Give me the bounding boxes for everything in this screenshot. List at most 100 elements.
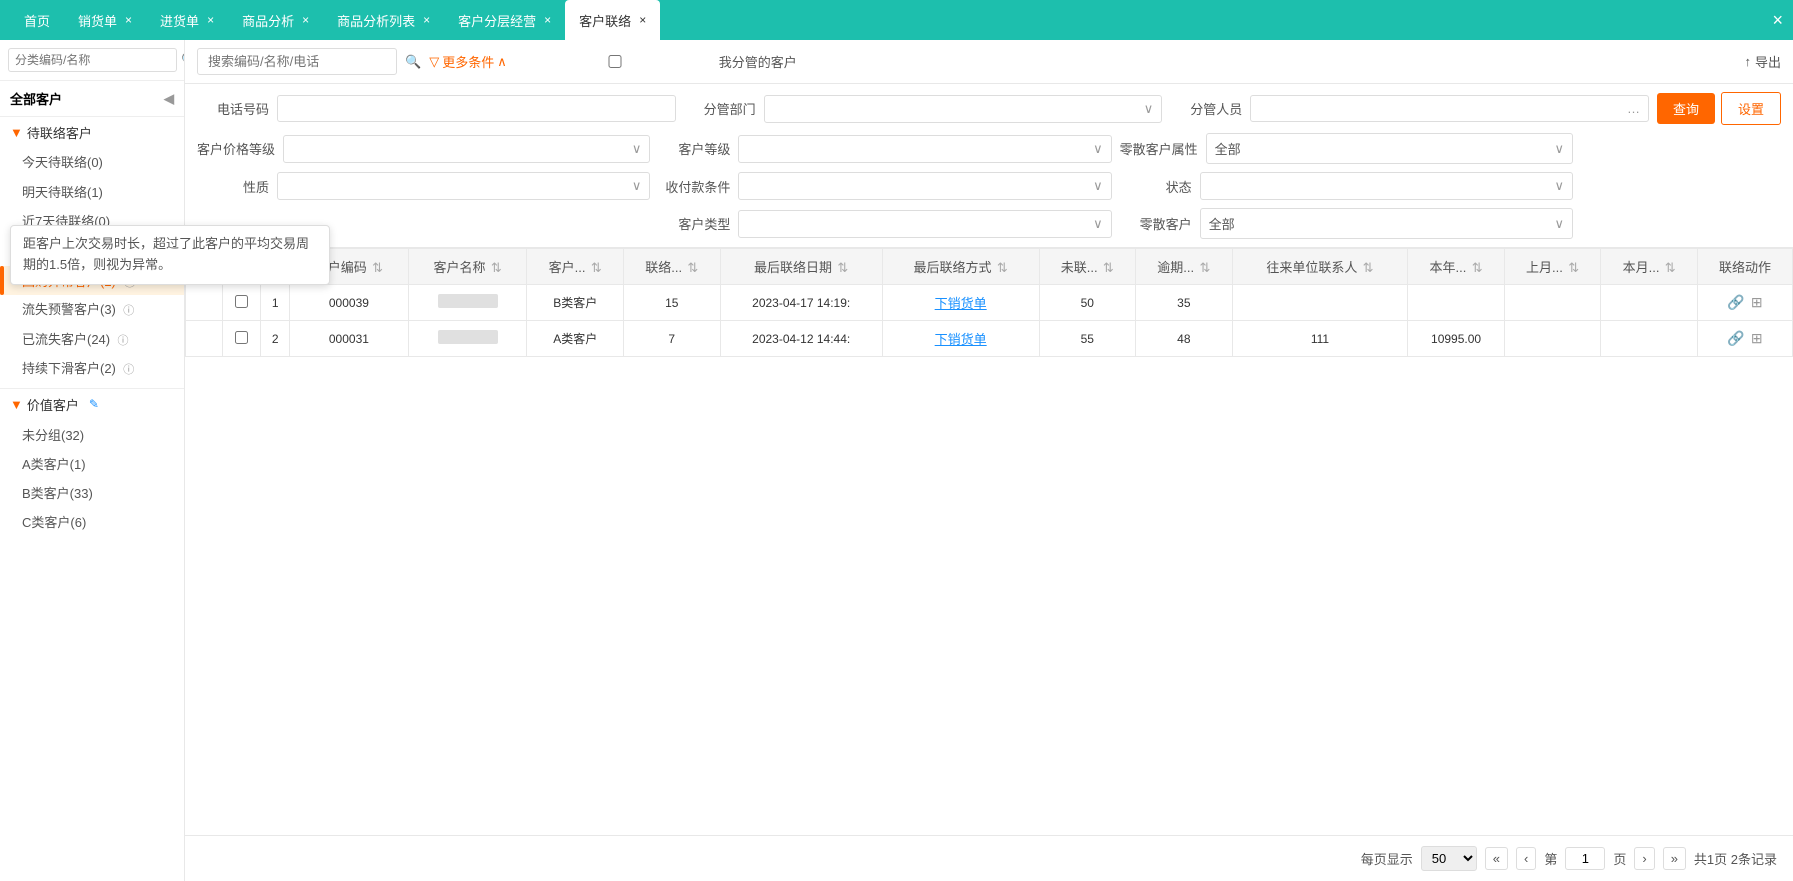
- td-last-method-0[interactable]: 下销货单: [882, 285, 1039, 321]
- last-method-link-0[interactable]: 下销货单: [935, 296, 987, 311]
- not-contacted-sort-icon[interactable]: ⇅: [1103, 260, 1114, 275]
- customer-type-select[interactable]: ∨: [738, 210, 1111, 238]
- td-checkbox-0[interactable]: [223, 285, 261, 321]
- price-level-arrow: ∨: [632, 141, 642, 157]
- grid-icon-0[interactable]: ⊞: [1751, 294, 1763, 311]
- my-customer-checkbox[interactable]: [515, 55, 715, 68]
- link-icon-1[interactable]: 🔗: [1727, 330, 1744, 347]
- nav-item-customer-contact[interactable]: 客户联络 ×: [565, 0, 660, 40]
- th-this-month[interactable]: 本月... ⇅: [1601, 249, 1698, 285]
- th-customer-type[interactable]: 客户... ⇅: [527, 249, 624, 285]
- nav-close-analysis[interactable]: ×: [302, 13, 309, 27]
- customer-level-select[interactable]: ∨: [738, 135, 1111, 163]
- td-checkbox-1[interactable]: [223, 321, 261, 357]
- method-sort-icon[interactable]: ⇅: [997, 260, 1008, 275]
- row-checkbox-0[interactable]: [235, 295, 248, 308]
- th-contacts[interactable]: 往来单位联系人 ⇅: [1232, 249, 1408, 285]
- sidebar-b-customers[interactable]: B类客户(33): [0, 478, 184, 507]
- td-contacts-0: [1232, 285, 1408, 321]
- contacts-sort-icon[interactable]: ⇅: [1363, 260, 1374, 275]
- td-last-method-1[interactable]: 下销货单: [882, 321, 1039, 357]
- sidebar-all-customers[interactable]: 全部客户 ◀: [0, 81, 184, 117]
- this-month-sort-icon[interactable]: ⇅: [1665, 260, 1676, 275]
- nav-item-analysis-list[interactable]: 商品分析列表 ×: [323, 0, 444, 40]
- th-contact[interactable]: 联络... ⇅: [624, 249, 721, 285]
- sidebar-a-customers[interactable]: A类客户(1): [0, 449, 184, 478]
- retail-attr-select[interactable]: 全部 ∨: [1206, 133, 1573, 164]
- nav-close-customer-layer[interactable]: ×: [544, 13, 551, 27]
- nav-item-home[interactable]: 首页: [10, 0, 64, 40]
- next-page-btn[interactable]: ›: [1634, 847, 1654, 870]
- gender-label: 性质: [197, 177, 277, 196]
- manager-arrow: …: [1627, 101, 1640, 116]
- nav-close-customer-contact[interactable]: ×: [639, 13, 646, 27]
- phone-input[interactable]: [277, 95, 676, 122]
- dept-select[interactable]: ∨: [764, 95, 1163, 123]
- price-level-select[interactable]: ∨: [283, 135, 650, 163]
- prev-page-btn[interactable]: ‹: [1516, 847, 1536, 870]
- contact-sort-icon[interactable]: ⇅: [687, 260, 698, 275]
- sidebar-tomorrow[interactable]: 明天待联络(1): [0, 178, 184, 208]
- first-page-btn[interactable]: «: [1485, 847, 1508, 870]
- filter-row-1: 电话号码 分管部门 ∨ 分管人员 …: [197, 92, 1781, 125]
- page-label2: 页: [1613, 849, 1626, 868]
- th-this-year[interactable]: 本年... ⇅: [1408, 249, 1505, 285]
- code-sort-icon[interactable]: ⇅: [372, 260, 383, 275]
- sidebar-c-customers[interactable]: C类客户(6): [0, 507, 184, 536]
- query-button[interactable]: 查询: [1657, 93, 1715, 124]
- date-sort-icon[interactable]: ⇅: [837, 260, 848, 275]
- filter-area: 电话号码 分管部门 ∨ 分管人员 …: [185, 84, 1793, 248]
- sidebar-pending-section[interactable]: ▼ 待联络客户: [0, 117, 184, 148]
- nav-close-analysis-list[interactable]: ×: [423, 13, 430, 27]
- search-input[interactable]: [197, 48, 397, 75]
- overdue-sort-icon[interactable]: ⇅: [1199, 260, 1210, 275]
- status-select[interactable]: ∨: [1200, 172, 1573, 200]
- td-last-month-0: [1504, 285, 1601, 321]
- sidebar-value-title[interactable]: ▼ 价值客户 ✎: [0, 389, 184, 420]
- link-icon-0[interactable]: 🔗: [1727, 294, 1744, 311]
- th-last-contact-date[interactable]: 最后联络日期 ⇅: [720, 249, 882, 285]
- retail-customer-select[interactable]: 全部 ∨: [1200, 208, 1573, 239]
- filter-more-button[interactable]: ▽ 更多条件 ∧: [429, 52, 507, 71]
- th-not-contacted[interactable]: 未联... ⇅: [1039, 249, 1136, 285]
- sidebar-search-input[interactable]: [8, 48, 177, 72]
- th-last-month[interactable]: 上月... ⇅: [1504, 249, 1601, 285]
- nav-item-sales[interactable]: 销货单 ×: [64, 0, 146, 40]
- last-month-sort-icon[interactable]: ⇅: [1568, 260, 1579, 275]
- th-name[interactable]: 客户名称 ⇅: [408, 249, 527, 285]
- nav-label-analysis: 商品分析: [242, 11, 294, 30]
- type-sort-icon[interactable]: ⇅: [591, 260, 602, 275]
- row-checkbox-1[interactable]: [235, 331, 248, 344]
- per-page-select[interactable]: 50 100 200: [1421, 846, 1477, 871]
- retail-customer-value: 全部: [1209, 214, 1555, 233]
- name-sort-icon[interactable]: ⇅: [491, 260, 502, 275]
- last-method-link-1[interactable]: 下销货单: [935, 332, 987, 347]
- last-page-btn[interactable]: »: [1663, 847, 1686, 870]
- value-edit-icon[interactable]: ✎: [89, 397, 99, 411]
- sidebar-lost-warning[interactable]: 流失预警客户(3) ⓘ: [0, 295, 184, 325]
- gender-select[interactable]: ∨: [277, 172, 650, 200]
- grid-icon-1[interactable]: ⊞: [1751, 330, 1763, 347]
- this-year-sort-icon[interactable]: ⇅: [1472, 260, 1483, 275]
- payment-select[interactable]: ∨: [738, 172, 1111, 200]
- th-last-contact-method[interactable]: 最后联络方式 ⇅: [882, 249, 1039, 285]
- nav-close-all[interactable]: ×: [1772, 10, 1783, 31]
- nav-item-analysis[interactable]: 商品分析 ×: [228, 0, 323, 40]
- sidebar-today[interactable]: 今天待联络(0): [0, 148, 184, 178]
- nav-item-purchase[interactable]: 进货单 ×: [146, 0, 228, 40]
- th-overdue[interactable]: 逾期... ⇅: [1136, 249, 1233, 285]
- status-arrow: ∨: [1554, 178, 1564, 194]
- nav-close-sales[interactable]: ×: [125, 13, 132, 27]
- nav-item-customer-layer[interactable]: 客户分层经营 ×: [444, 0, 565, 40]
- manager-select[interactable]: …: [1250, 95, 1649, 122]
- nav-close-purchase[interactable]: ×: [207, 13, 214, 27]
- export-button[interactable]: ↑ 导出: [1744, 52, 1781, 71]
- sidebar-lost[interactable]: 已流失客户(24) ⓘ: [0, 325, 184, 355]
- search-button[interactable]: 🔍: [405, 54, 421, 70]
- sidebar-collapse-icon[interactable]: ◀: [164, 91, 174, 107]
- sidebar-ungrouped[interactable]: 未分组(32): [0, 420, 184, 449]
- current-page-input[interactable]: [1565, 847, 1605, 870]
- setting-button[interactable]: 设置: [1721, 92, 1781, 125]
- sidebar-declining[interactable]: 持续下滑客户(2) ⓘ: [0, 354, 184, 384]
- my-customer-checkbox-label[interactable]: 我分管的客户: [515, 52, 797, 71]
